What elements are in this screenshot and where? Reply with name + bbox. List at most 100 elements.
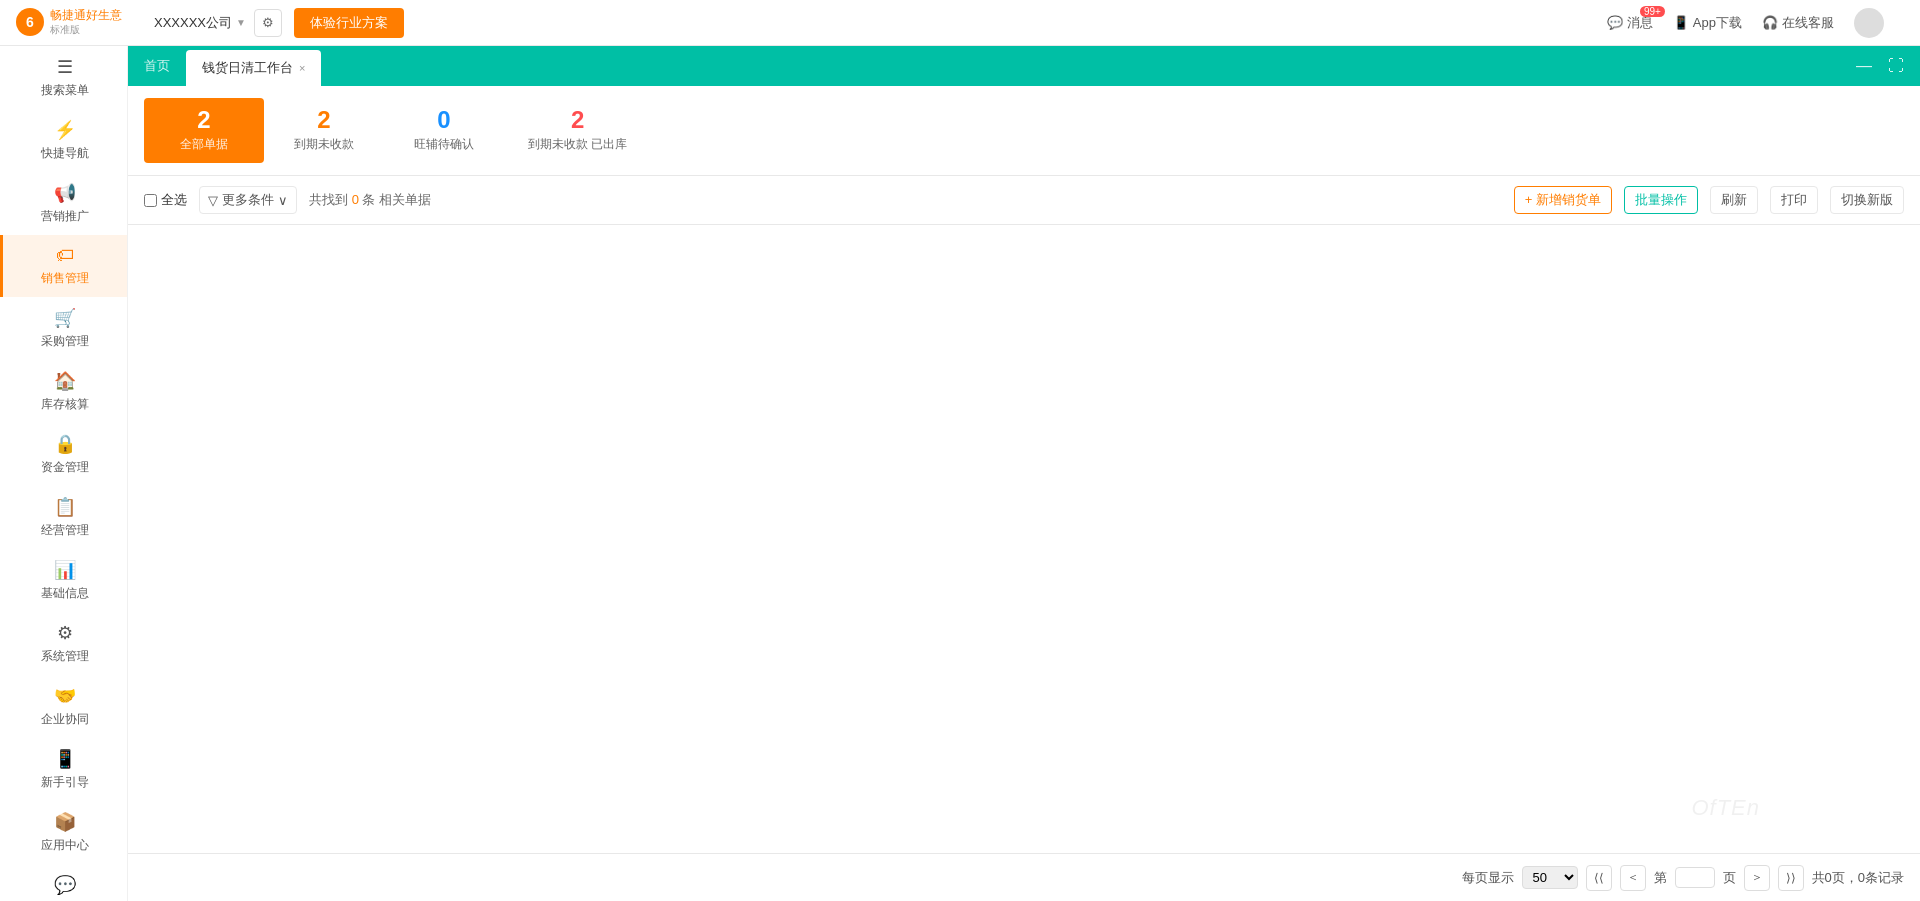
search-menu-icon: ☰ — [57, 56, 73, 78]
sidebar-item-operation[interactable]: 📋 经营管理 — [0, 486, 127, 549]
guide-icon: 📱 — [54, 748, 76, 770]
sidebar-label-app-center: 应用中心 — [41, 837, 89, 854]
sidebar-label-search: 搜索菜单 — [41, 82, 89, 99]
logo-sub: 标准版 — [50, 23, 122, 37]
select-all-checkbox[interactable] — [144, 194, 157, 207]
sidebar-item-quick-nav[interactable]: ⚡ 快捷导航 — [0, 109, 127, 172]
quick-nav-icon: ⚡ — [54, 119, 76, 141]
pagination-bar: 每页显示 10 20 50 100 ⟨⟨ ＜ 第 1 页 ＞ ⟩⟩ 共0页，0条… — [128, 853, 1920, 901]
sidebar-item-sales[interactable]: 🏷 销售管理 — [0, 235, 127, 297]
system-icon: ⚙ — [57, 622, 73, 644]
page-input[interactable]: 1 — [1675, 867, 1715, 888]
online-service-btn[interactable]: 🎧 在线客服 — [1762, 14, 1834, 32]
last-page-btn[interactable]: ⟩⟩ — [1778, 865, 1804, 891]
stat-num-wangfu: 0 — [408, 106, 480, 134]
sidebar-item-app-center[interactable]: 📦 应用中心 — [0, 801, 127, 864]
sidebar-item-purchase[interactable]: 🛒 采购管理 — [0, 297, 127, 360]
sidebar-item-system[interactable]: ⚙ 系统管理 — [0, 612, 127, 675]
batch-btn[interactable]: 批量操作 — [1624, 186, 1698, 214]
page-size-label: 每页显示 — [1462, 869, 1514, 887]
inventory-icon: 🏠 — [54, 370, 76, 392]
gear-icon: ⚙ — [262, 15, 274, 30]
tab-close-btn[interactable]: × — [299, 62, 305, 74]
cooperation-icon: 🤝 — [54, 685, 76, 707]
trial-btn[interactable]: 体验行业方案 — [294, 8, 404, 38]
page-size-select[interactable]: 10 20 50 100 — [1522, 866, 1578, 889]
sidebar-item-finance[interactable]: 🔒 资金管理 — [0, 423, 127, 486]
sidebar-item-inventory[interactable]: 🏠 库存核算 — [0, 360, 127, 423]
stat-card-shipped[interactable]: 2 到期未收款 已出库 — [504, 98, 651, 163]
logo-name: 畅捷通好生意 — [50, 8, 122, 22]
app-download-btn[interactable]: 📱 App下载 — [1673, 14, 1742, 32]
service-icon: 🎧 — [1762, 15, 1778, 30]
prev-page-btn[interactable]: ＜ — [1620, 865, 1646, 891]
message-icon: 💬 — [1607, 15, 1623, 30]
print-btn[interactable]: 打印 — [1770, 186, 1818, 214]
empty-state — [128, 225, 1920, 853]
purchase-icon: 🛒 — [54, 307, 76, 329]
page-label: 第 — [1654, 869, 1667, 887]
page-label-end: 页 — [1723, 869, 1736, 887]
new-sales-btn[interactable]: + 新增销货单 — [1514, 186, 1612, 214]
sidebar-item-wechat-biz[interactable]: 💬 企业微信 — [0, 864, 127, 901]
sidebar: ☰ 搜索菜单 ⚡ 快捷导航 📢 营销推广 🏷 销售管理 🛒 采购管理 🏠 库存核… — [0, 46, 128, 901]
sidebar-label-marketing: 营销推广 — [41, 208, 89, 225]
sidebar-item-guide[interactable]: 📱 新手引导 — [0, 738, 127, 801]
refresh-btn[interactable]: 刷新 — [1710, 186, 1758, 214]
sidebar-label-quick: 快捷导航 — [41, 145, 89, 162]
tab-maximize-btn[interactable]: ⛶ — [1884, 54, 1908, 78]
sidebar-item-search-menu[interactable]: ☰ 搜索菜单 — [0, 46, 127, 109]
next-page-btn[interactable]: ＞ — [1744, 865, 1770, 891]
stat-label-wangfu: 旺辅待确认 — [408, 136, 480, 153]
first-page-btn[interactable]: ⟨⟨ — [1586, 865, 1612, 891]
avatar[interactable] — [1854, 8, 1884, 38]
main-content: 首页 钱货日清工作台 × — ⛶ 2 全部单据 2 到期未收款 0 — [128, 46, 1920, 901]
wechat-biz-icon: 💬 — [54, 874, 76, 896]
basic-info-icon: 📊 — [54, 559, 76, 581]
marketing-icon: 📢 — [54, 182, 76, 204]
stat-label-overdue: 到期未收款 — [288, 136, 360, 153]
sidebar-label-operation: 经营管理 — [41, 522, 89, 539]
toolbar: 全选 ▽ 更多条件 ∨ 共找到 0 条 相关单据 + 新增销货单 批量操作 刷新 — [128, 176, 1920, 225]
logo-area: 6 畅捷通好生意 标准版 — [16, 8, 144, 36]
tab-minimize-btn[interactable]: — — [1852, 54, 1876, 78]
stats-cards: 2 全部单据 2 到期未收款 0 旺辅待确认 2 到期未收款 已出库 — [128, 86, 1920, 176]
sidebar-item-basic-info[interactable]: 📊 基础信息 — [0, 549, 127, 612]
filter-icon: ▽ — [208, 193, 218, 208]
app-center-icon: 📦 — [54, 811, 76, 833]
sidebar-label-basic-info: 基础信息 — [41, 585, 89, 602]
stat-num-shipped: 2 — [528, 106, 627, 134]
sidebar-label-system: 系统管理 — [41, 648, 89, 665]
sidebar-label-inventory: 库存核算 — [41, 396, 89, 413]
stat-card-wangfu[interactable]: 0 旺辅待确认 — [384, 98, 504, 163]
toolbar-right: + 新增销货单 批量操作 刷新 打印 切换新版 — [1514, 186, 1904, 214]
switch-btn[interactable]: 切换新版 — [1830, 186, 1904, 214]
sidebar-item-cooperation[interactable]: 🤝 企业协同 — [0, 675, 127, 738]
top-header: 6 畅捷通好生意 标准版 XXXXXX公司 ▼ ⚙ 体验行业方案 💬 消息 99… — [0, 0, 1920, 46]
logo-icon: 6 — [16, 8, 44, 36]
company-selector[interactable]: XXXXXX公司 ▼ — [154, 14, 246, 32]
layout: ☰ 搜索菜单 ⚡ 快捷导航 📢 营销推广 🏷 销售管理 🛒 采购管理 🏠 库存核… — [0, 46, 1920, 901]
stat-label-shipped: 到期未收款 已出库 — [528, 136, 627, 153]
sidebar-label-guide: 新手引导 — [41, 774, 89, 791]
sidebar-label-finance: 资金管理 — [41, 459, 89, 476]
message-btn[interactable]: 💬 消息 99+ — [1607, 14, 1653, 32]
sidebar-item-marketing[interactable]: 📢 营销推广 — [0, 172, 127, 235]
sidebar-label-purchase: 采购管理 — [41, 333, 89, 350]
stat-num-overdue: 2 — [288, 106, 360, 134]
operation-icon: 📋 — [54, 496, 76, 518]
sales-icon: 🏷 — [56, 245, 74, 266]
sidebar-label-cooperation: 企业协同 — [41, 711, 89, 728]
filter-btn[interactable]: ▽ 更多条件 ∨ — [199, 186, 297, 214]
table-area — [128, 225, 1920, 853]
stat-label-all: 全部单据 — [168, 136, 240, 153]
settings-button[interactable]: ⚙ — [254, 9, 282, 37]
tab-active[interactable]: 钱货日清工作台 × — [186, 50, 321, 86]
sidebar-label-sales: 销售管理 — [41, 270, 89, 287]
stat-card-all[interactable]: 2 全部单据 — [144, 98, 264, 163]
stat-card-overdue[interactable]: 2 到期未收款 — [264, 98, 384, 163]
select-all-label[interactable]: 全选 — [144, 191, 187, 209]
tab-bar: 首页 钱货日清工作台 × — ⛶ — [128, 46, 1920, 86]
found-count: 0 — [352, 192, 359, 207]
tab-home[interactable]: 首页 — [128, 46, 186, 86]
